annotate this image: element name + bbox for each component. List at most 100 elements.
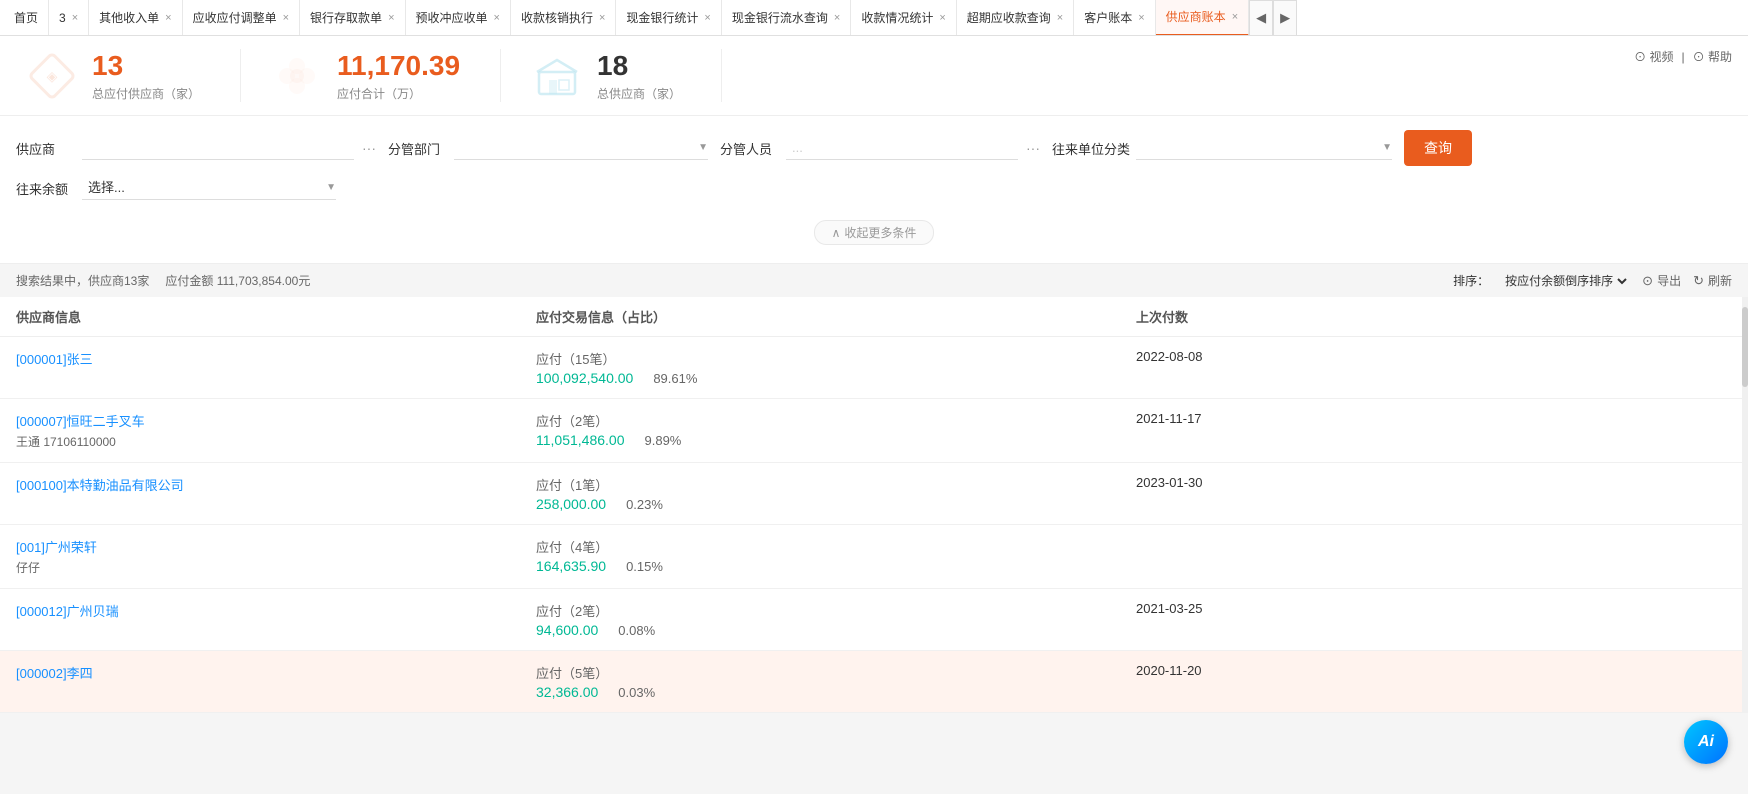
sort-select[interactable]: 按应付余额倒序排序 <box>1501 273 1630 289</box>
payable-pct-5: 0.08% <box>618 623 655 638</box>
nav-tab-other-income-label: 其他收入单 <box>99 9 159 26</box>
balance-field: 往来余额 选择... ▼ <box>16 176 336 200</box>
close-tab-receipt-stats[interactable]: × <box>939 12 945 24</box>
payable-amount-3[interactable]: 258,000.00 <box>536 496 606 512</box>
nav-arrow-right[interactable]: ▶ <box>1273 0 1297 36</box>
person-input[interactable] <box>786 136 1018 160</box>
supplier-link-5[interactable]: [000012]广州贝瑞 <box>16 604 119 619</box>
category-select[interactable] <box>1136 136 1382 159</box>
col-header-supplier: 供应商信息 <box>16 307 536 326</box>
lastpay-col-6: 2020-11-20 <box>1136 663 1732 678</box>
close-tab-overdue[interactable]: × <box>1057 12 1063 24</box>
last-pay-2: 2021-11-17 <box>1136 411 1202 426</box>
close-tab-supplier-book[interactable]: × <box>1232 11 1238 23</box>
supplier-link-4[interactable]: [001]广州荣轩 <box>16 540 97 555</box>
nav-tab-supplier-book[interactable]: 供应商账本 × <box>1156 0 1249 36</box>
collapse-arrow-icon: ∧ <box>832 226 841 240</box>
nav-tab-customer-book-label: 客户账本 <box>1084 9 1132 26</box>
person-label: 分管人员 <box>720 139 780 158</box>
close-tab-bank[interactable]: × <box>388 12 394 24</box>
nav-tab-collection-label: 收款核销执行 <box>521 9 593 26</box>
search-button[interactable]: 查询 <box>1404 130 1472 166</box>
supplier-table: 供应商信息 应付交易信息（占比） 上次付数 [000001]张三 应付（15笔）… <box>0 297 1748 713</box>
category-select-arrow: ▼ <box>1382 142 1392 153</box>
payable-row-4: 164,635.90 0.15% <box>536 556 1136 574</box>
col-header-payable: 应付交易信息（占比） <box>536 307 1136 326</box>
close-tab-collection[interactable]: × <box>599 12 605 24</box>
payable-amount-1[interactable]: 100,092,540.00 <box>536 370 633 386</box>
nav-tab-home-label: 首页 <box>14 9 38 26</box>
supplier-link-3[interactable]: [000100]本特勤油品有限公司 <box>16 478 184 493</box>
supplier-info-col-1: [000001]张三 <box>16 349 536 368</box>
supplier-info-col-6: [000002]李四 <box>16 663 536 682</box>
close-tab-advance[interactable]: × <box>494 12 500 24</box>
payable-label-5: 应付（2笔） <box>536 604 608 619</box>
balance-select[interactable]: 选择... <box>82 176 326 199</box>
nav-tab-receipt-stats[interactable]: 收款情况统计 × <box>851 0 956 36</box>
nav-tab-overdue-label: 超期应收款查询 <box>967 9 1051 26</box>
nav-tab-3[interactable]: 3 × <box>49 0 89 36</box>
nav-arrow-left[interactable]: ◀ <box>1249 0 1273 36</box>
nav-tab-home[interactable]: 首页 <box>4 0 49 36</box>
stat-icon-store <box>531 50 583 102</box>
ai-label: Ai <box>1698 733 1714 751</box>
stat1-label: 总应付供应商（家） <box>92 85 200 102</box>
nav-tab-supplier-book-label: 供应商账本 <box>1166 8 1226 25</box>
payable-pct-3: 0.23% <box>626 497 663 512</box>
payable-amount-6[interactable]: 32,366.00 <box>536 684 598 700</box>
nav-tab-customer-book[interactable]: 客户账本 × <box>1074 0 1155 36</box>
export-button[interactable]: ⊙ 导出 <box>1642 272 1681 289</box>
supplier-dots-btn[interactable]: ··· <box>362 140 376 156</box>
payable-info-col-6: 应付（5笔） 32,366.00 0.03% <box>536 663 1136 700</box>
dept-select[interactable] <box>454 136 698 159</box>
result-info: 搜索结果中，供应商13家 应付金额 111,703,854.00元 <box>16 272 310 289</box>
nav-tab-advance[interactable]: 预收冲应收单 × <box>406 0 511 36</box>
supplier-link-2[interactable]: [000007]恒旺二手叉车 <box>16 414 145 429</box>
svg-text:◈: ◈ <box>47 68 58 84</box>
close-tab-adjustment[interactable]: × <box>283 12 289 24</box>
nav-tab-advance-label: 预收冲应收单 <box>416 9 488 26</box>
supplier-link-1[interactable]: [000001]张三 <box>16 352 93 367</box>
scrollbar-thumb[interactable] <box>1742 307 1748 387</box>
nav-tab-bank-flow[interactable]: 现金银行流水查询 × <box>722 0 851 36</box>
person-dots-btn[interactable]: ··· <box>1026 140 1040 156</box>
result-summary2: 应付金额 111,703,854.00元 <box>165 272 310 289</box>
result-bar: 搜索结果中，供应商13家 应付金额 111,703,854.00元 排序： 按应… <box>0 264 1748 297</box>
payable-pct-6: 0.03% <box>618 685 655 700</box>
nav-tab-bank[interactable]: 银行存取款单 × <box>300 0 405 36</box>
supplier-label: 供应商 <box>16 139 76 158</box>
col-header-lastpay: 上次付数 <box>1136 307 1732 326</box>
help-link[interactable]: ⊙ 帮助 <box>1693 48 1732 65</box>
ai-assistant-button[interactable]: Ai <box>1684 720 1728 764</box>
scrollbar-track[interactable] <box>1742 297 1748 713</box>
close-tab-other-income[interactable]: × <box>165 12 171 24</box>
refresh-button[interactable]: ↻ 刷新 <box>1693 272 1732 289</box>
nav-tab-adjustment[interactable]: 应收应付调整单 × <box>183 0 300 36</box>
supplier-info-col-2: [000007]恒旺二手叉车 王通 17106110000 <box>16 411 536 450</box>
payable-label-1: 应付（15笔） <box>536 352 615 367</box>
payable-amount-2[interactable]: 11,051,486.00 <box>536 432 625 448</box>
video-link[interactable]: ⊙ 视频 <box>1634 48 1673 65</box>
nav-tab-collection[interactable]: 收款核销执行 × <box>511 0 616 36</box>
close-tab-cash-bank[interactable]: × <box>704 12 710 24</box>
close-tab-bank-flow[interactable]: × <box>834 12 840 24</box>
stat-icon-diamond: ◈ <box>26 50 78 102</box>
nav-tab-cash-bank[interactable]: 现金银行统计 × <box>616 0 721 36</box>
stat2-content: 11,170.39 应付合计（万） <box>337 49 460 102</box>
stat-total-payable-suppliers: ◈ 13 总应付供应商（家） <box>16 49 241 102</box>
payable-amount-5[interactable]: 94,600.00 <box>536 622 598 638</box>
refresh-icon: ↻ <box>1693 273 1704 289</box>
close-tab-customer-book[interactable]: × <box>1138 12 1144 24</box>
table-row: [000001]张三 应付（15笔） 100,092,540.00 89.61%… <box>0 337 1748 399</box>
top-right-links: ⊙ 视频 | ⊙ 帮助 <box>1634 48 1732 65</box>
table-header: 供应商信息 应付交易信息（占比） 上次付数 <box>0 297 1748 337</box>
supplier-link-6[interactable]: [000002]李四 <box>16 666 93 681</box>
payable-amount-4[interactable]: 164,635.90 <box>536 558 606 574</box>
table-row: [000007]恒旺二手叉车 王通 17106110000 应付（2笔） 11,… <box>0 399 1748 463</box>
close-tab-3[interactable]: × <box>72 12 78 24</box>
nav-tab-other-income[interactable]: 其他收入单 × <box>89 0 182 36</box>
supplier-input[interactable] <box>82 136 354 160</box>
payable-row-2: 11,051,486.00 9.89% <box>536 430 1136 448</box>
nav-tab-overdue[interactable]: 超期应收款查询 × <box>957 0 1074 36</box>
collapse-button[interactable]: ∧ 收起更多条件 <box>814 220 934 245</box>
